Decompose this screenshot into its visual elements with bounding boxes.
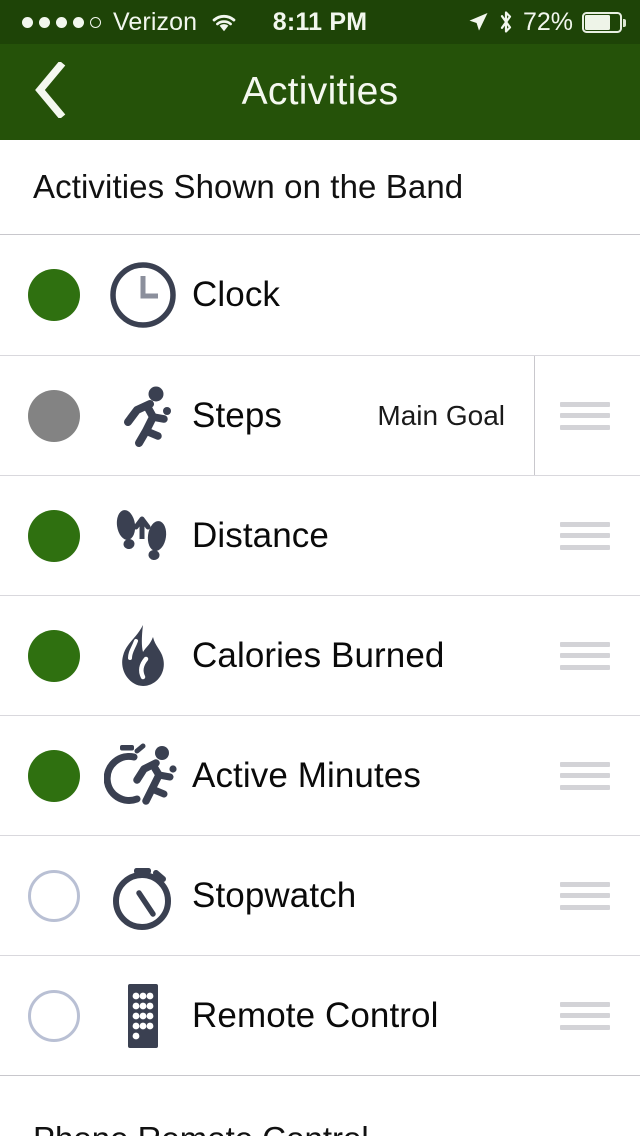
toggle-stopwatch[interactable] xyxy=(28,869,80,922)
footprints-icon xyxy=(100,493,186,579)
drag-handle[interactable] xyxy=(560,401,610,430)
navigation-bar: Activities xyxy=(0,44,640,140)
next-section-header: Phone Remote Control xyxy=(0,1076,640,1136)
toggle-calories[interactable] xyxy=(28,629,80,682)
runner-stopwatch-icon xyxy=(100,733,186,819)
list-item-label: Clock xyxy=(192,275,281,314)
list-item-label: Calories Burned xyxy=(192,635,445,675)
section-header: Activities Shown on the Band xyxy=(0,140,640,234)
activities-list: Clock Steps Main Goal Distance Calories … xyxy=(0,234,640,1075)
list-item[interactable]: Remote Control xyxy=(0,955,640,1075)
list-item[interactable]: Distance xyxy=(0,475,640,595)
list-item-label: Steps xyxy=(192,395,282,435)
list-item[interactable]: Stopwatch xyxy=(0,835,640,955)
clock-icon xyxy=(100,252,186,338)
list-item-label: Stopwatch xyxy=(192,875,357,915)
list-item[interactable]: Active Minutes xyxy=(0,715,640,835)
drag-handle[interactable] xyxy=(560,641,610,670)
row-divider xyxy=(534,356,535,475)
back-button[interactable] xyxy=(22,60,78,123)
flame-icon xyxy=(100,613,186,699)
toggle-remote-control[interactable] xyxy=(28,989,80,1042)
list-item[interactable]: Steps Main Goal xyxy=(0,355,640,475)
drag-handle[interactable] xyxy=(560,1001,610,1030)
drag-handle[interactable] xyxy=(560,521,610,550)
running-person-icon xyxy=(100,373,186,459)
status-bar-right: 72% xyxy=(467,8,626,37)
bluetooth-icon xyxy=(498,10,514,34)
stopwatch-icon xyxy=(100,853,186,939)
list-item-label: Active Minutes xyxy=(192,755,421,795)
drag-handle[interactable] xyxy=(560,881,610,910)
remote-control-icon xyxy=(100,973,186,1059)
page-title: Activities xyxy=(241,70,399,113)
list-item[interactable]: Calories Burned xyxy=(0,595,640,715)
toggle-clock[interactable] xyxy=(28,269,80,321)
toggle-active-minutes[interactable] xyxy=(28,749,80,802)
list-item-label: Remote Control xyxy=(192,995,439,1035)
chevron-left-icon xyxy=(33,60,67,123)
list-item[interactable]: Clock xyxy=(0,235,640,355)
location-arrow-icon xyxy=(467,11,489,33)
battery-icon xyxy=(582,11,626,33)
drag-handle[interactable] xyxy=(560,761,610,790)
status-bar: Verizon 8:11 PM 72% xyxy=(0,0,640,44)
battery-percent-label: 72% xyxy=(522,7,573,36)
toggle-steps[interactable] xyxy=(28,389,80,442)
main-goal-badge: Main Goal xyxy=(377,399,505,431)
list-item-label: Distance xyxy=(192,515,329,555)
phone-screen: Verizon 8:11 PM 72% Activities Activitie… xyxy=(0,0,640,1136)
toggle-distance[interactable] xyxy=(28,509,80,562)
